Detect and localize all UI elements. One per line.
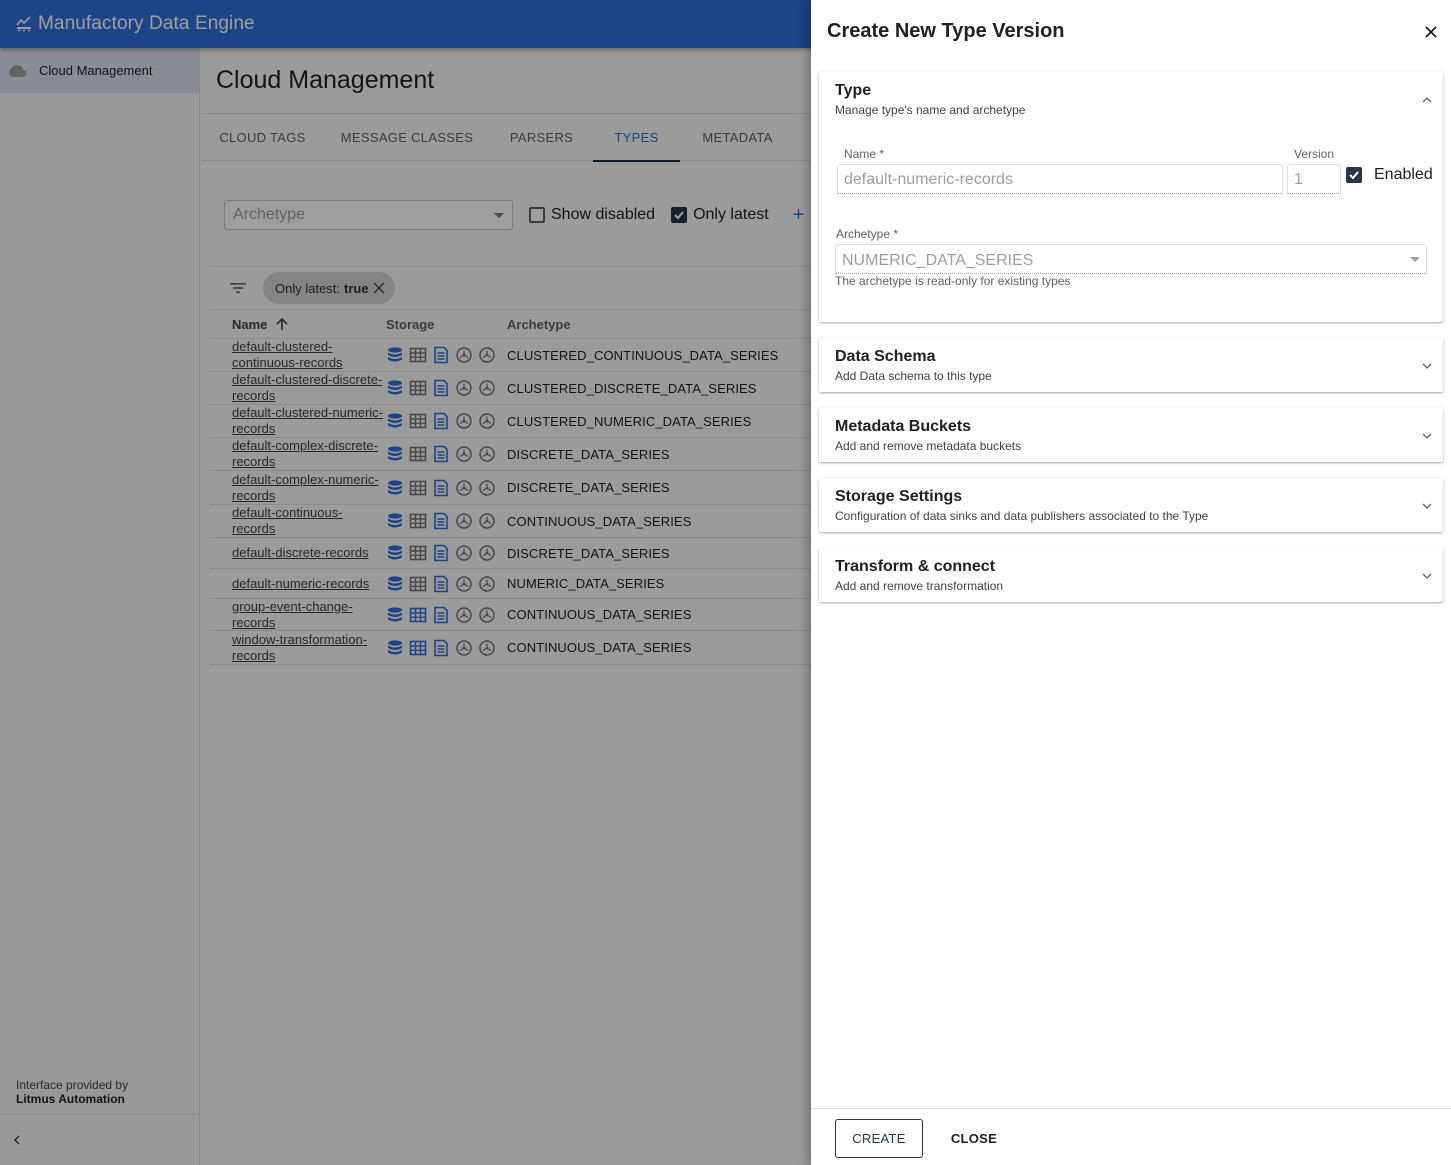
chevron-down-icon[interactable] <box>1421 502 1433 510</box>
close-button[interactable]: CLOSE <box>939 1119 1009 1158</box>
modal-backdrop[interactable] <box>0 0 811 1165</box>
create-type-version-drawer: Create New Type Version Type Manage type… <box>811 0 1451 1165</box>
panel-type-subtitle: Manage type's name and archetype <box>835 103 1026 117</box>
close-icon[interactable] <box>1423 24 1439 40</box>
drawer-footer: CREATE CLOSE <box>811 1108 1451 1165</box>
name-field[interactable]: default-numeric-records <box>837 164 1283 194</box>
chevron-down-icon[interactable] <box>1421 572 1433 580</box>
name-field-label: Name * <box>844 147 885 161</box>
version-field[interactable]: 1 <box>1287 164 1341 194</box>
drawer-title: Create New Type Version <box>827 20 1065 42</box>
panel-subtitle: Add and remove metadata buckets <box>835 439 1022 453</box>
chevron-up-icon[interactable] <box>1421 96 1433 104</box>
chevron-down-icon[interactable] <box>1421 362 1433 370</box>
app-root: Manufactory Data Engine Cloud Management… <box>0 0 1451 1165</box>
chevron-down-icon[interactable] <box>1421 432 1433 440</box>
archetype-field[interactable]: NUMERIC_DATA_SERIES <box>835 244 1427 274</box>
panel-subtitle: Add and remove transformation <box>835 579 1004 593</box>
enabled-checkbox[interactable]: Enabled <box>1346 166 1433 184</box>
create-button[interactable]: CREATE <box>835 1119 923 1158</box>
panel-title: Storage Settings <box>835 488 963 505</box>
version-field-label: Version <box>1294 147 1335 161</box>
panel-transform-connect[interactable]: Transform & connect Add and remove transf… <box>819 548 1443 602</box>
panel-title: Transform & connect <box>835 558 996 575</box>
panel-type: Type Manage type's name and archetype Na… <box>819 72 1443 322</box>
archetype-field-label: Archetype * <box>836 227 899 241</box>
archetype-field-value: NUMERIC_DATA_SERIES <box>842 252 1034 269</box>
enabled-label: Enabled <box>1374 166 1433 183</box>
panel-storage-settings[interactable]: Storage Settings Configuration of data si… <box>819 478 1443 532</box>
panel-subtitle: Add Data schema to this type <box>835 369 992 383</box>
checkbox-checked-icon <box>1346 167 1362 183</box>
archetype-helper-text: The archetype is read-only for existing … <box>835 274 1071 288</box>
panel-subtitle: Configuration of data sinks and data pub… <box>835 509 1209 523</box>
panel-title: Metadata Buckets <box>835 418 972 435</box>
dropdown-caret-icon <box>1410 256 1420 262</box>
panel-metadata-buckets[interactable]: Metadata Buckets Add and remove metadata … <box>819 408 1443 462</box>
panel-title: Data Schema <box>835 348 936 365</box>
panel-data-schema[interactable]: Data Schema Add Data schema to this type <box>819 338 1443 392</box>
panel-type-title: Type <box>835 82 872 99</box>
